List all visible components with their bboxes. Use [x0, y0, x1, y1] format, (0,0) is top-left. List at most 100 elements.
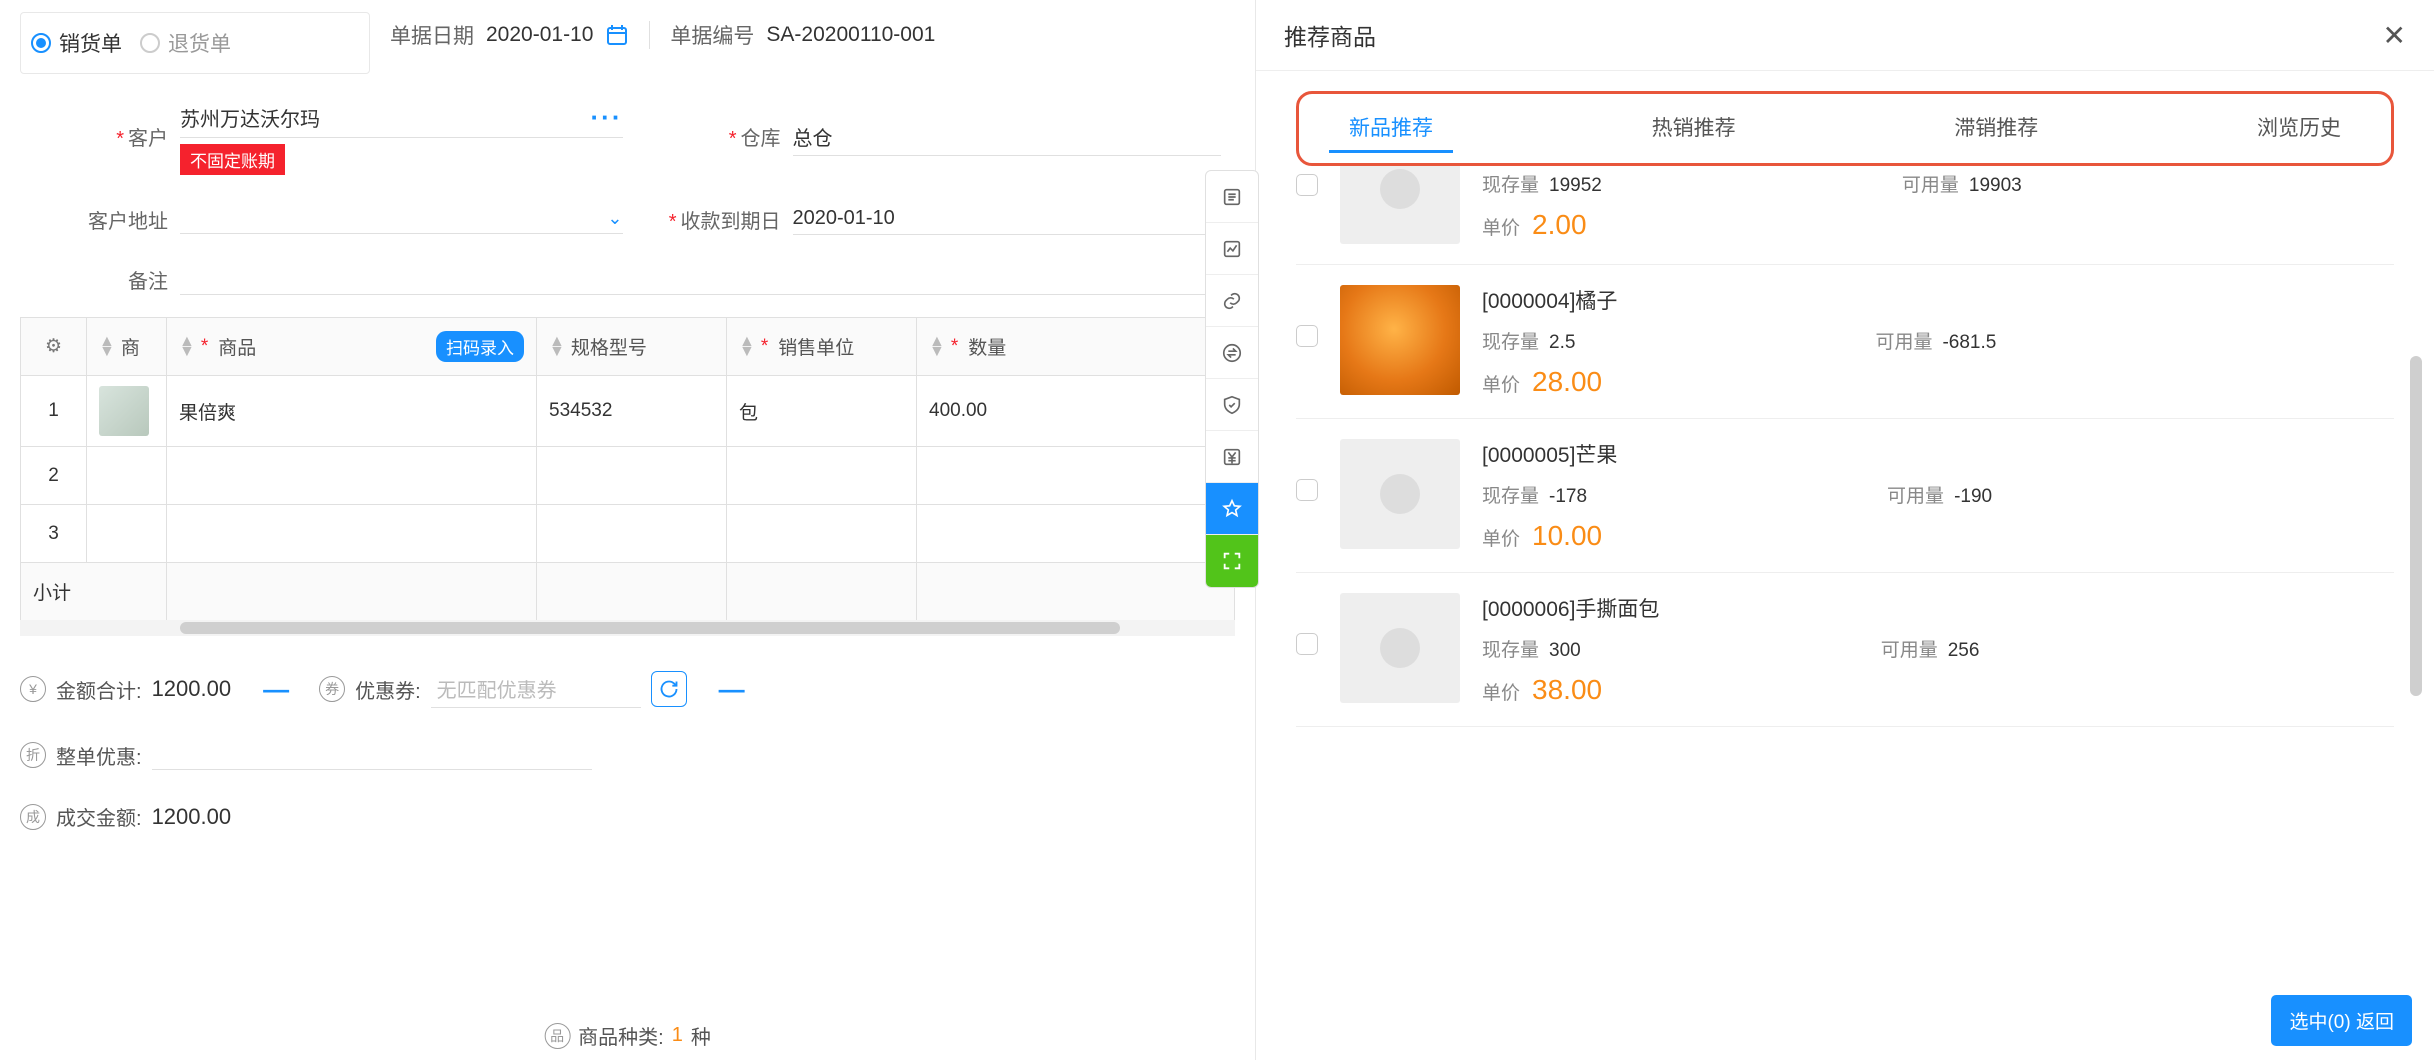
yen-icon: ¥ [20, 676, 46, 702]
col-product: 商品 [218, 333, 256, 360]
discount-icon: 折 [20, 742, 46, 768]
recommend-tabs: 新品推荐 热销推荐 滞销推荐 浏览历史 [1296, 91, 2394, 166]
cell-product[interactable]: 果倍爽 [167, 376, 537, 447]
deal-value: 1200.00 [152, 804, 232, 830]
due-date-value[interactable]: 2020-01-10 [793, 207, 895, 229]
price-label: 单价 [1482, 375, 1520, 396]
warehouse-value[interactable]: 总仓 [793, 128, 833, 150]
order-items-table: ⚙ ▲▼商 ▲▼*商品扫码录入 ▲▼规格型号 ▲▼*销售单位 ▲▼*数量 1 果… [20, 317, 1235, 621]
cell-unit[interactable]: 包 [727, 376, 917, 447]
table-row[interactable]: 2 [21, 447, 1235, 505]
customer-value[interactable]: 苏州万达沃尔玛 [180, 103, 320, 132]
stock-value: 300 [1549, 640, 1581, 661]
item-image [1340, 439, 1460, 549]
row-index: 1 [21, 376, 87, 447]
toolbar-yen-icon[interactable] [1206, 431, 1258, 483]
discount-label: 整单优惠: [56, 741, 142, 770]
price-label: 单价 [1482, 683, 1520, 704]
price-value: 2.00 [1532, 209, 1587, 240]
stock-label: 现存量 [1482, 175, 1539, 196]
cell-qty[interactable]: 400.00 [917, 376, 1235, 447]
stock-label: 现存量 [1482, 640, 1539, 661]
coupon-input[interactable]: 无匹配优惠券 [431, 670, 641, 708]
avail-value: 19903 [1969, 175, 2022, 196]
amount-label: 金额合计: [56, 675, 142, 704]
item-image [1340, 593, 1460, 703]
item-checkbox[interactable] [1296, 174, 1318, 196]
calendar-icon[interactable] [605, 23, 629, 47]
recommend-item: [0000004]橘子 现存量2.5 可用量-681.5 单价28.00 [1296, 265, 2394, 419]
sku-icon: 品 [544, 1023, 570, 1049]
minus-icon: — [719, 674, 743, 705]
customer-label: 客户 [128, 128, 168, 150]
coupon-label: 优惠券: [355, 675, 421, 704]
stock-label: 现存量 [1482, 332, 1539, 353]
toolbar-link-icon[interactable] [1206, 275, 1258, 327]
toolbar-star-icon[interactable] [1206, 483, 1258, 535]
doc-no-value: SA-20200110-001 [766, 23, 935, 47]
avail-value: -190 [1954, 486, 1992, 507]
horizontal-scrollbar[interactable] [20, 620, 1235, 636]
item-checkbox[interactable] [1296, 325, 1318, 347]
sort-icon[interactable]: ▲▼ [99, 337, 115, 356]
item-name: [0000006]手撕面包 [1482, 593, 2394, 623]
side-toolbar [1205, 170, 1259, 588]
tab-history[interactable]: 浏览历史 [2237, 104, 2361, 153]
sku-label: 商品种类: [578, 1021, 664, 1050]
sku-count: 1 [672, 1024, 683, 1047]
selected-return-button[interactable]: 选中(0) 返回 [2271, 995, 2412, 1046]
avail-value: 256 [1948, 640, 1980, 661]
toolbar-list-icon[interactable] [1206, 171, 1258, 223]
discount-input[interactable] [152, 740, 592, 770]
avail-label: 可用量 [1875, 332, 1932, 353]
tab-slow[interactable]: 滞销推荐 [1934, 104, 2058, 153]
item-checkbox[interactable] [1296, 633, 1318, 655]
minus-icon: — [263, 674, 287, 705]
sort-icon[interactable]: ▲▼ [549, 337, 565, 356]
cell-spec[interactable]: 534532 [537, 376, 727, 447]
stock-value: 19952 [1549, 175, 1602, 196]
toolbar-swap-icon[interactable] [1206, 327, 1258, 379]
close-icon[interactable]: ✕ [2383, 19, 2406, 52]
price-label: 单价 [1482, 218, 1520, 239]
remark-label: 备注 [128, 271, 168, 293]
recommend-list: 250ml 现存量19952 可用量19903 单价2.00 [0000004]… [1256, 166, 2434, 981]
doc-meta-row: 单据日期 2020-01-10 单据编号 SA-20200110-001 [390, 20, 935, 50]
toolbar-shield-icon[interactable] [1206, 379, 1258, 431]
sort-icon[interactable]: ▲▼ [179, 337, 195, 356]
vertical-scrollbar[interactable] [2410, 356, 2422, 696]
radio-return-order[interactable]: 退货单 [140, 28, 231, 58]
sort-icon[interactable]: ▲▼ [929, 337, 945, 356]
refresh-coupon-button[interactable] [651, 671, 687, 707]
toolbar-chart-icon[interactable] [1206, 223, 1258, 275]
price-value: 38.00 [1532, 674, 1602, 705]
gear-icon[interactable]: ⚙ [45, 336, 62, 357]
col-spec: 规格型号 [571, 333, 647, 360]
col-qty: 数量 [968, 333, 1006, 360]
address-select[interactable]: ⌄ [180, 204, 623, 234]
stock-label: 现存量 [1482, 486, 1539, 507]
customer-picker-button[interactable]: ··· [591, 102, 623, 133]
amount-value: 1200.00 [152, 676, 232, 702]
recommend-item: [0000006]手撕面包 现存量 300 可用量 256 单价 38.00 [1296, 573, 2394, 727]
avail-value: -681.5 [1942, 332, 1996, 353]
table-row[interactable]: 1 果倍爽 534532 包 400.00 [21, 376, 1235, 447]
remark-input[interactable] [180, 263, 1235, 295]
address-label: 客户地址 [88, 211, 168, 233]
due-date-label: 收款到期日 [681, 211, 781, 233]
item-checkbox[interactable] [1296, 479, 1318, 501]
avail-label: 可用量 [1887, 486, 1944, 507]
chevron-down-icon: ⌄ [607, 208, 622, 229]
recommend-title: 推荐商品 [1284, 18, 1376, 52]
toolbar-expand-icon[interactable] [1206, 535, 1258, 587]
avail-label: 可用量 [1881, 640, 1938, 661]
item-name: [0000004]橘子 [1482, 285, 2394, 315]
tab-hot[interactable]: 热销推荐 [1632, 104, 1756, 153]
stock-value: 2.5 [1549, 332, 1575, 353]
scan-input-button[interactable]: 扫码录入 [436, 331, 524, 362]
tab-new[interactable]: 新品推荐 [1329, 104, 1453, 153]
sort-icon[interactable]: ▲▼ [739, 337, 755, 356]
radio-sales-order[interactable]: 销货单 [31, 28, 122, 58]
doc-date-value[interactable]: 2020-01-10 [486, 23, 593, 47]
table-row[interactable]: 3 [21, 505, 1235, 563]
